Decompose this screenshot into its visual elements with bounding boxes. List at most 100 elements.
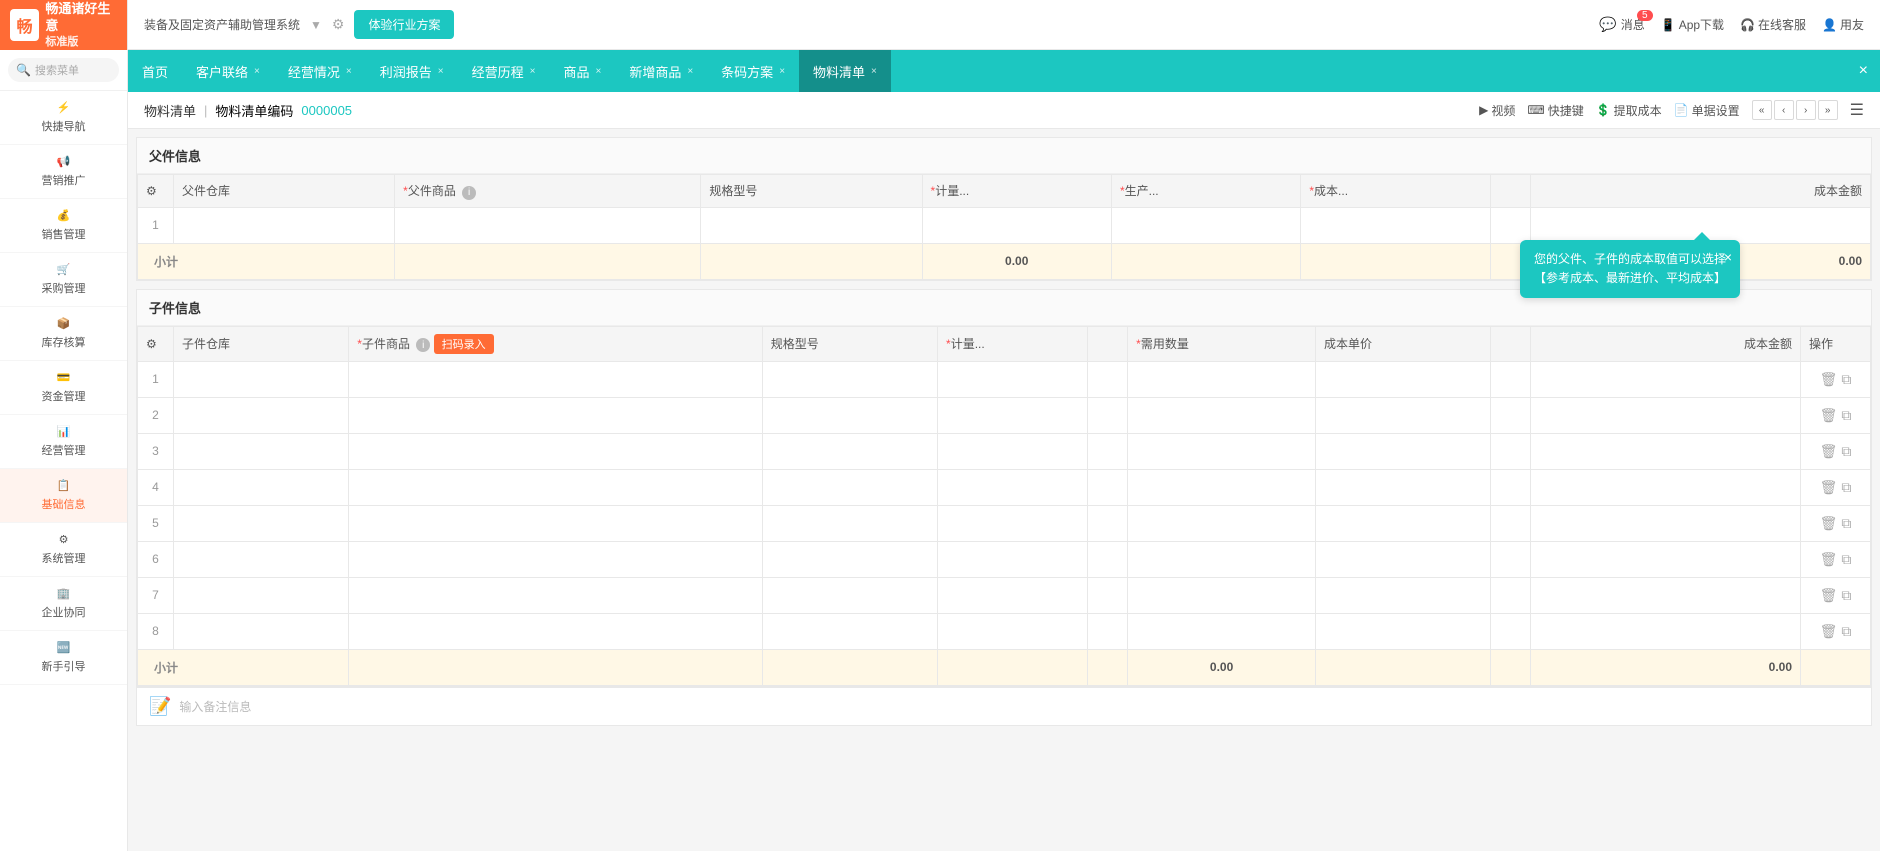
copy-row-btn[interactable]: ⧉ <box>1841 443 1851 460</box>
cell-spec[interactable] <box>701 207 922 243</box>
nav-first-btn[interactable]: « <box>1752 100 1772 120</box>
cell-child-product[interactable] <box>349 577 762 613</box>
cell-child-warehouse[interactable] <box>174 505 349 541</box>
tab-home[interactable]: 首页 <box>128 50 182 92</box>
cell-child-qty[interactable] <box>1128 433 1316 469</box>
cell-child-product[interactable] <box>349 505 762 541</box>
cell-child-product[interactable] <box>349 397 762 433</box>
tab-profit[interactable]: 利润报告 × <box>366 50 458 92</box>
cell-child-qty[interactable] <box>1128 505 1316 541</box>
tab-close-icon[interactable]: × <box>871 66 877 77</box>
nav-last-btn[interactable]: » <box>1818 100 1838 120</box>
search-menu-btn[interactable]: 🔍 搜索菜单 <box>8 58 119 82</box>
cell-child-cost-unit[interactable] <box>1316 505 1491 541</box>
cell-child-spec[interactable] <box>762 433 937 469</box>
tab-close-icon[interactable]: × <box>438 66 444 77</box>
copy-row-btn[interactable]: ⧉ <box>1841 623 1851 640</box>
delete-row-btn[interactable]: 🗑 <box>1820 371 1838 388</box>
tab-close-icon[interactable]: × <box>346 66 352 77</box>
tab-bom[interactable]: 物料清单 × <box>799 50 891 92</box>
cell-child-warehouse[interactable] <box>174 469 349 505</box>
cell-child-unit[interactable] <box>938 613 1088 649</box>
delete-row-btn[interactable]: 🗑 <box>1820 551 1838 568</box>
try-btn[interactable]: 体验行业方案 <box>354 10 454 39</box>
delete-row-btn[interactable]: 🗑 <box>1820 479 1838 496</box>
tab-close-icon[interactable]: × <box>530 66 536 77</box>
cell-child-unit[interactable] <box>938 397 1088 433</box>
cell-child-cost-unit[interactable] <box>1316 361 1491 397</box>
sidebar-item-finance[interactable]: 💳 资金管理 <box>0 361 127 415</box>
delete-row-btn[interactable]: 🗑 <box>1820 623 1838 640</box>
cell-child-product[interactable] <box>349 469 762 505</box>
tab-new-product[interactable]: 新增商品 × <box>615 50 707 92</box>
cell-child-product[interactable] <box>349 433 762 469</box>
cell-production[interactable] <box>1111 207 1300 243</box>
nav-next-btn[interactable]: › <box>1796 100 1816 120</box>
view-toggle-icon[interactable]: ☰ <box>1850 100 1864 120</box>
cell-child-product[interactable] <box>349 361 762 397</box>
sidebar-item-operation[interactable]: 📊 经营管理 <box>0 415 127 469</box>
cell-child-unit[interactable] <box>938 577 1088 613</box>
cell-child-warehouse[interactable] <box>174 541 349 577</box>
cell-child-spec[interactable] <box>762 613 937 649</box>
service-btn[interactable]: 🎧 在线客服 <box>1740 16 1806 33</box>
cell-child-warehouse[interactable] <box>174 397 349 433</box>
cell-child-spec[interactable] <box>762 397 937 433</box>
cell-warehouse[interactable] <box>174 207 395 243</box>
tab-close-icon[interactable]: × <box>687 66 693 77</box>
cell-child-cost-unit[interactable] <box>1316 541 1491 577</box>
copy-row-btn[interactable]: ⧉ <box>1841 371 1851 388</box>
cell-child-warehouse[interactable] <box>174 613 349 649</box>
cell-child-spec[interactable] <box>762 505 937 541</box>
tab-barcode[interactable]: 条码方案 × <box>707 50 799 92</box>
video-action[interactable]: ▶ 视频 <box>1479 102 1515 119</box>
cell-child-product[interactable] <box>349 613 762 649</box>
copy-row-btn[interactable]: ⧉ <box>1841 551 1851 568</box>
copy-row-btn[interactable]: ⧉ <box>1841 587 1851 604</box>
sidebar-item-purchase[interactable]: 🛒 采购管理 <box>0 253 127 307</box>
tab-close-icon[interactable]: × <box>779 66 785 77</box>
shortcut-action[interactable]: ⌨ 快捷键 <box>1527 102 1583 119</box>
cell-cost[interactable] <box>1301 207 1490 243</box>
child-table-settings-header[interactable]: ⚙ <box>138 326 174 361</box>
sidebar-item-guide[interactable]: 🆕 新手引导 <box>0 631 127 685</box>
cell-child-cost-unit[interactable] <box>1316 397 1491 433</box>
cell-product[interactable] <box>395 207 701 243</box>
tab-close-icon[interactable]: × <box>595 66 601 77</box>
sidebar-search-container[interactable]: 🔍 搜索菜单 <box>0 50 127 91</box>
dropdown-icon[interactable]: ▼ <box>310 18 322 32</box>
cell-child-cost-unit[interactable] <box>1316 577 1491 613</box>
sidebar-item-quick-nav[interactable]: ⚡ 快捷导航 <box>0 91 127 145</box>
sidebar-item-sales[interactable]: 💰 销售管理 <box>0 199 127 253</box>
settings-icon[interactable]: ⚙ <box>332 16 345 33</box>
tab-operation-status[interactable]: 经营情况 × <box>274 50 366 92</box>
delete-row-btn[interactable]: 🗑 <box>1820 515 1838 532</box>
sidebar-item-inventory[interactable]: 📦 库存核算 <box>0 307 127 361</box>
cell-child-spec[interactable] <box>762 541 937 577</box>
tooltip-close-btn[interactable]: × <box>1724 246 1732 268</box>
cell-child-spec[interactable] <box>762 469 937 505</box>
delete-row-btn[interactable]: 🗑 <box>1820 407 1838 424</box>
table-settings-header[interactable]: ⚙ <box>138 175 174 208</box>
cell-child-qty[interactable] <box>1128 469 1316 505</box>
cell-child-cost-unit[interactable] <box>1316 613 1491 649</box>
copy-row-btn[interactable]: ⧉ <box>1841 515 1851 532</box>
cell-child-unit[interactable] <box>938 505 1088 541</box>
tab-biz-history[interactable]: 经营历程 × <box>458 50 550 92</box>
scan-btn[interactable]: 扫码录入 <box>434 334 494 354</box>
cell-child-qty[interactable] <box>1128 361 1316 397</box>
delete-row-btn[interactable]: 🗑 <box>1820 443 1838 460</box>
cell-child-warehouse[interactable] <box>174 361 349 397</box>
cell-child-warehouse[interactable] <box>174 433 349 469</box>
cell-child-qty[interactable] <box>1128 577 1316 613</box>
note-placeholder[interactable]: 输入备注信息 <box>179 698 251 715</box>
copy-row-btn[interactable]: ⧉ <box>1841 479 1851 496</box>
sidebar-item-marketing[interactable]: 📢 营销推广 <box>0 145 127 199</box>
sidebar-item-enterprise[interactable]: 🏢 企业协同 <box>0 577 127 631</box>
delete-row-btn[interactable]: 🗑 <box>1820 587 1838 604</box>
tab-product[interactable]: 商品 × <box>549 50 615 92</box>
cell-unit[interactable] <box>922 207 1111 243</box>
message-btn[interactable]: 💬 5 消息 <box>1599 16 1644 33</box>
cell-child-cost-unit[interactable] <box>1316 433 1491 469</box>
sidebar-item-system[interactable]: ⚙ 系统管理 <box>0 523 127 577</box>
